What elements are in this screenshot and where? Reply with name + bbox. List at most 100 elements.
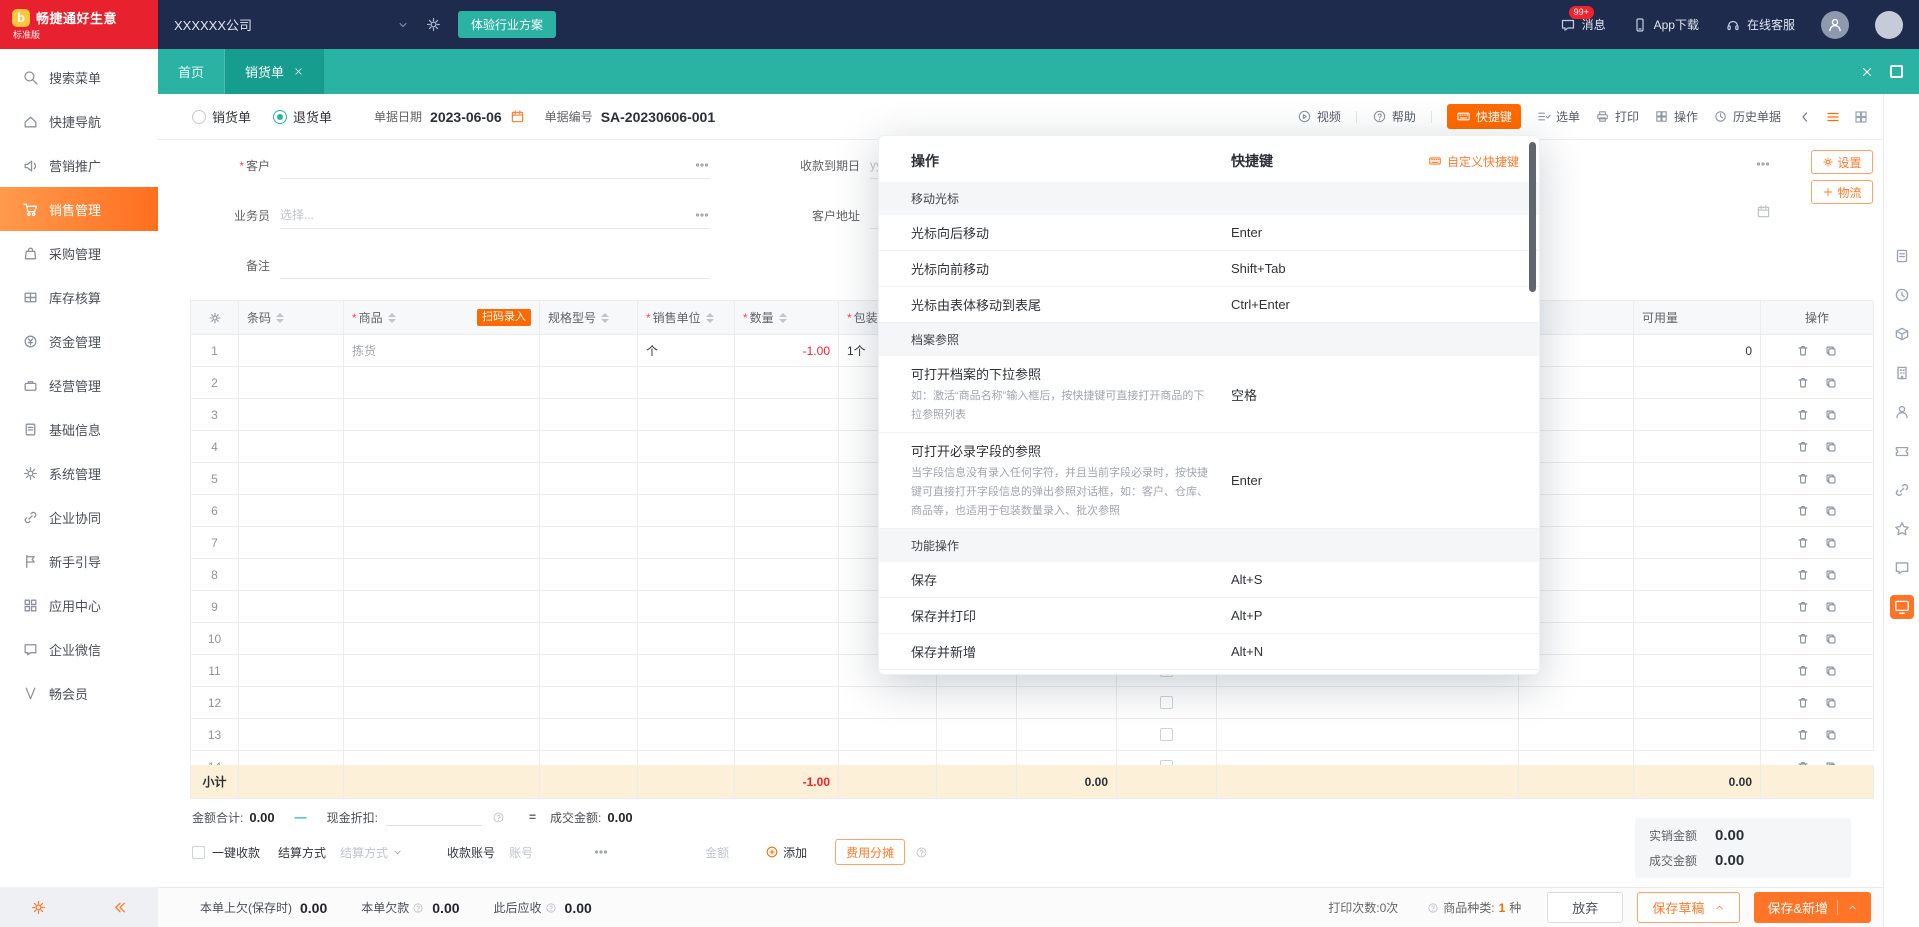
sidebar-item-operation[interactable]: 经营管理 (0, 363, 158, 407)
right-panel-screen[interactable] (1889, 595, 1914, 619)
copy-row-icon[interactable] (1824, 408, 1838, 422)
delete-row-icon[interactable] (1796, 568, 1810, 582)
abandon-button[interactable]: 放弃 (1547, 892, 1624, 923)
right-panel-customer[interactable] (1890, 400, 1914, 424)
info-icon[interactable] (1427, 902, 1439, 914)
tab-home[interactable]: 首页 (158, 49, 226, 94)
save-and-new-button[interactable]: 保存&新增 (1754, 892, 1871, 923)
save-draft-button[interactable]: 保存草稿 (1637, 892, 1741, 923)
quantity-cell[interactable]: -1.00 (803, 344, 830, 358)
toolbar-actions[interactable]: 操作 (1654, 108, 1698, 125)
document-number-value[interactable]: SA-20230606-001 (601, 109, 715, 125)
copy-row-icon[interactable] (1824, 664, 1838, 678)
grid-view-icon[interactable] (1853, 109, 1869, 125)
sidebar-settings-icon[interactable] (30, 899, 47, 916)
scan-entry-button[interactable]: 扫码录入 (477, 309, 531, 326)
sidebar-item-system[interactable]: 系统管理 (0, 451, 158, 495)
customer-input[interactable] (280, 157, 694, 172)
more-icon[interactable] (694, 157, 710, 173)
sidebar-item-purchase[interactable]: 采购管理 (0, 231, 158, 275)
sort-icon[interactable] (387, 312, 396, 323)
radio-return-order[interactable]: 退货单 (273, 107, 332, 126)
sidebar-item-app-center[interactable]: 应用中心 (0, 583, 158, 627)
list-view-icon[interactable] (1825, 109, 1841, 125)
more-icon[interactable] (1755, 156, 1771, 172)
sidebar-item-basic-info[interactable]: 基础信息 (0, 407, 158, 451)
tab-sales-order[interactable]: 销货单 (225, 49, 326, 94)
close-tab-icon[interactable] (293, 66, 304, 77)
sidebar-item-collaboration[interactable]: 企业协同 (0, 495, 158, 539)
toolbar-help[interactable]: 帮助 (1372, 108, 1416, 125)
delete-row-icon[interactable] (1796, 600, 1810, 614)
sort-icon[interactable] (276, 312, 285, 323)
remark-input[interactable] (280, 257, 710, 272)
toolbar-select-order[interactable]: 选单 (1536, 108, 1580, 125)
delete-row-icon[interactable] (1796, 376, 1810, 390)
sidebar-item-quick-nav[interactable]: 快捷导航 (0, 99, 158, 143)
add-payment-button[interactable]: 添加 (765, 844, 807, 861)
right-panel-link[interactable] (1890, 478, 1914, 502)
right-panel-favorite[interactable] (1890, 517, 1914, 541)
copy-row-icon[interactable] (1824, 536, 1838, 550)
close-all-tabs-icon[interactable] (1860, 65, 1874, 79)
help-icon[interactable] (492, 811, 505, 824)
toolbar-print[interactable]: 打印 (1595, 108, 1639, 125)
calendar-icon[interactable] (510, 109, 525, 124)
product-cell[interactable]: 拣货 (352, 342, 376, 359)
gift-checkbox[interactable] (1160, 728, 1173, 741)
fee-share-button[interactable]: 费用分摊 (835, 839, 906, 865)
help-icon[interactable] (915, 846, 928, 859)
copy-row-icon[interactable] (1824, 600, 1838, 614)
collapse-sidebar-icon[interactable] (111, 899, 128, 916)
sidebar-item-guide[interactable]: 新手引导 (0, 539, 158, 583)
delete-row-icon[interactable] (1796, 536, 1810, 550)
company-selector[interactable]: XXXXXX公司 (174, 15, 409, 34)
toolbar-video[interactable]: 视频 (1297, 108, 1341, 125)
delete-row-icon[interactable] (1796, 440, 1810, 454)
right-panel-feedback[interactable] (1890, 556, 1914, 580)
dialog-scrollbar[interactable] (1529, 140, 1536, 670)
copy-row-icon[interactable] (1824, 440, 1838, 454)
industry-solution-button[interactable]: 体验行业方案 (458, 11, 557, 38)
sort-icon[interactable] (601, 312, 610, 323)
one-key-receipt-checkbox[interactable] (192, 845, 205, 859)
gift-checkbox[interactable] (1160, 696, 1173, 709)
document-date-value[interactable]: 2023-06-06 (430, 109, 502, 125)
delete-row-icon[interactable] (1796, 472, 1810, 486)
customize-shortcuts-link[interactable]: 自定义快捷键 (1428, 153, 1519, 170)
receipt-amount-input[interactable]: 金额 (705, 844, 729, 861)
sidebar-item-sales[interactable]: 销售管理 (0, 187, 158, 231)
right-panel-company[interactable] (1890, 361, 1914, 385)
right-panel-history[interactable] (1890, 283, 1914, 307)
right-panel-document[interactable] (1890, 244, 1914, 268)
more-icon[interactable] (593, 844, 609, 860)
avatar-secondary[interactable] (1875, 10, 1903, 39)
sidebar-item-search-menu[interactable]: 搜索菜单 (0, 55, 158, 99)
copy-row-icon[interactable] (1824, 504, 1838, 518)
sort-icon[interactable] (705, 312, 714, 323)
support-button[interactable]: 在线客服 (1725, 16, 1795, 33)
delete-row-icon[interactable] (1796, 344, 1810, 358)
sidebar-item-member[interactable]: 畅会员 (0, 671, 158, 715)
avatar[interactable] (1821, 10, 1849, 39)
copy-row-icon[interactable] (1824, 568, 1838, 582)
collapse-toolbar-icon[interactable] (1797, 109, 1813, 125)
toolbar-history-orders[interactable]: 历史单据 (1713, 108, 1781, 125)
radio-sales-order[interactable]: 销货单 (192, 107, 251, 126)
right-panel-coupon[interactable] (1890, 439, 1914, 463)
delete-row-icon[interactable] (1796, 408, 1810, 422)
settings-gear-icon[interactable] (425, 16, 442, 33)
scrollbar-thumb[interactable] (1529, 142, 1536, 292)
delete-row-icon[interactable] (1796, 728, 1810, 742)
copy-row-icon[interactable] (1824, 472, 1838, 486)
sidebar-item-wecom[interactable]: 企业微信 (0, 627, 158, 671)
chevron-down-icon[interactable] (392, 847, 403, 858)
messages-button[interactable]: 99+ 消息 (1560, 6, 1606, 33)
sidebar-item-marketing[interactable]: 营销推广 (0, 143, 158, 187)
delete-row-icon[interactable] (1796, 632, 1810, 646)
delete-row-icon[interactable] (1796, 664, 1810, 678)
app-download-button[interactable]: App下载 (1632, 16, 1699, 33)
calendar-icon[interactable] (1756, 204, 1771, 219)
delete-row-icon[interactable] (1796, 696, 1810, 710)
sidebar-item-inventory[interactable]: 库存核算 (0, 275, 158, 319)
